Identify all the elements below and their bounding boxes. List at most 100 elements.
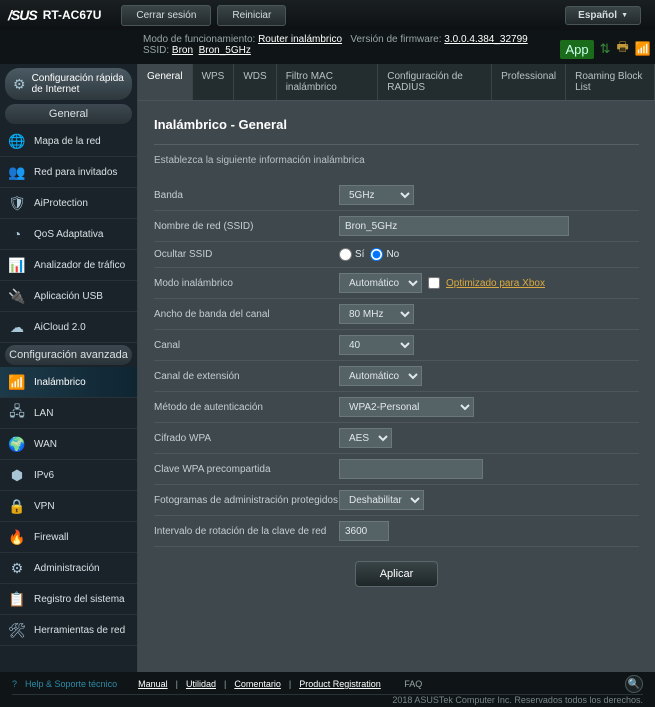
- copyright: 2018 ASUSTek Computer Inc. Reservados to…: [12, 695, 643, 705]
- tab-bar: General WPS WDS Filtro MAC inalámbrico C…: [138, 64, 655, 101]
- advanced-header: Configuración avanzada: [5, 345, 132, 365]
- sidebar-item-qos[interactable]: ◔QoS Adaptativa: [0, 219, 137, 250]
- usb-icon: 🔌: [8, 287, 26, 305]
- admin-icon: ⚙: [8, 559, 26, 577]
- mode-value[interactable]: Router inalámbrico: [258, 34, 342, 45]
- globe-gear-icon: ⚙: [13, 75, 26, 93]
- tab-radius[interactable]: Configuración de RADIUS: [378, 64, 492, 100]
- chart-icon: 📊: [8, 256, 26, 274]
- tab-general[interactable]: General: [138, 64, 193, 100]
- sidebar-item-lan[interactable]: 🖧LAN: [0, 398, 137, 429]
- fw-label: Versión de firmware:: [350, 34, 441, 45]
- ssid-b[interactable]: Bron_5GHz: [199, 45, 251, 56]
- encryption-select[interactable]: AES: [339, 428, 392, 448]
- band-select[interactable]: 5GHz: [339, 185, 414, 205]
- vpn-icon: 🔒: [8, 497, 26, 515]
- sidebar-item-traffic[interactable]: 📊Analizador de tráfico: [0, 250, 137, 281]
- ipv6-icon: ⬢: [8, 466, 26, 484]
- sidebar-item-wan[interactable]: 🌍WAN: [0, 429, 137, 460]
- sidebar-item-vpn[interactable]: 🔒VPN: [0, 491, 137, 522]
- tab-roaming[interactable]: Roaming Block List: [566, 64, 655, 100]
- label-bandwidth: Ancho de banda del canal: [154, 309, 339, 320]
- cloud-icon: ☁: [8, 318, 26, 336]
- label-pmf: Fotogramas de administración protegidos: [154, 495, 339, 506]
- help-icon: ?: [12, 679, 17, 689]
- tab-wds[interactable]: WDS: [234, 64, 276, 100]
- label-auth: Método de autenticación: [154, 402, 339, 413]
- hide-ssid-no[interactable]: [370, 248, 383, 261]
- footer-link-utility[interactable]: Utilidad: [186, 679, 216, 689]
- language-button[interactable]: Español: [565, 6, 641, 25]
- brand-logo: /SUS: [8, 7, 37, 23]
- info-bar: Modo de funcionamiento: Router inalámbri…: [0, 30, 655, 64]
- log-icon: 📋: [8, 590, 26, 608]
- footer-link-registration[interactable]: Product Registration: [299, 679, 381, 689]
- page-title: Inalámbrico - General: [154, 111, 639, 145]
- footer: ? Help & Soporte técnico Manual | Utilid…: [0, 672, 655, 707]
- reboot-button[interactable]: Reiniciar: [217, 5, 286, 26]
- label-channel: Canal: [154, 340, 339, 351]
- ssid-input[interactable]: [339, 216, 569, 236]
- sidebar-item-ipv6[interactable]: ⬢IPv6: [0, 460, 137, 491]
- wan-icon: 🌍: [8, 435, 26, 453]
- wireless-mode-select[interactable]: Automático: [339, 273, 422, 293]
- wpa-key-input[interactable]: [339, 459, 483, 479]
- quick-setup-button[interactable]: ⚙ Configuración rápida de Internet: [5, 68, 132, 100]
- printer-icon[interactable]: 🖶: [617, 38, 629, 60]
- ext-channel-select[interactable]: Automático: [339, 366, 422, 386]
- xbox-checkbox[interactable]: [428, 277, 440, 289]
- sidebar-item-aicloud[interactable]: ☁AiCloud 2.0: [0, 312, 137, 343]
- logout-button[interactable]: Cerrar sesión: [121, 5, 211, 26]
- sidebar-item-wireless[interactable]: 📶Inalámbrico: [0, 367, 137, 398]
- tab-wps[interactable]: WPS: [193, 64, 235, 100]
- xbox-link[interactable]: Optimizado para Xbox: [446, 278, 545, 289]
- top-bar: /SUS RT-AC67U Cerrar sesión Reiniciar Es…: [0, 0, 655, 30]
- sidebar-item-admin[interactable]: ⚙Administración: [0, 553, 137, 584]
- general-header: General: [5, 104, 132, 124]
- app-badge[interactable]: App: [560, 40, 593, 59]
- key-rotation-input[interactable]: [339, 521, 389, 541]
- apply-button[interactable]: Aplicar: [355, 561, 439, 587]
- help-label: Help & Soporte técnico: [25, 679, 117, 689]
- globe-icon: 🌐: [8, 132, 26, 150]
- label-ext-channel: Canal de extensión: [154, 371, 339, 382]
- label-hide-ssid: Ocultar SSID: [154, 249, 339, 260]
- sidebar-item-guest-network[interactable]: 👥Red para invitados: [0, 157, 137, 188]
- gauge-icon: ◔: [8, 225, 26, 243]
- model-name: RT-AC67U: [43, 8, 102, 22]
- search-icon: 🔍: [628, 679, 640, 690]
- tab-mac-filter[interactable]: Filtro MAC inalámbrico: [277, 64, 379, 100]
- label-wireless-mode: Modo inalámbrico: [154, 278, 339, 289]
- sidebar-item-firewall[interactable]: 🔥Firewall: [0, 522, 137, 553]
- ssid-a[interactable]: Bron: [172, 45, 193, 56]
- hide-ssid-yes[interactable]: [339, 248, 352, 261]
- usb-icon[interactable]: ⇅: [600, 41, 611, 57]
- search-button[interactable]: 🔍: [625, 675, 643, 693]
- faq-label[interactable]: FAQ: [404, 679, 422, 689]
- sidebar-item-aiprotection[interactable]: 🛡AiProtection: [0, 188, 137, 219]
- tools-icon: 🛠: [8, 621, 26, 639]
- wifi-icon: 📶: [8, 373, 26, 391]
- pmf-select[interactable]: Deshabilitar: [339, 490, 424, 510]
- label-ssid: Nombre de red (SSID): [154, 221, 339, 232]
- sidebar-item-nettools[interactable]: 🛠Herramientas de red: [0, 615, 137, 646]
- auth-select[interactable]: WPA2-Personal: [339, 397, 474, 417]
- footer-link-feedback[interactable]: Comentario: [234, 679, 281, 689]
- label-band: Banda: [154, 190, 339, 201]
- label-key-rotation: Intervalo de rotación de la clave de red: [154, 526, 339, 537]
- tab-professional[interactable]: Professional: [492, 64, 566, 100]
- label-encryption: Cifrado WPA: [154, 433, 339, 444]
- sidebar: ⚙ Configuración rápida de Internet Gener…: [0, 64, 138, 672]
- label-wpa-key: Clave WPA precompartida: [154, 464, 339, 475]
- sidebar-item-syslog[interactable]: 📋Registro del sistema: [0, 584, 137, 615]
- page-desc: Establezca la siguiente información inal…: [154, 145, 639, 180]
- wifi-status-icon[interactable]: 📶: [635, 41, 651, 57]
- shield-icon: 🛡: [8, 194, 26, 212]
- bandwidth-select[interactable]: 80 MHz: [339, 304, 414, 324]
- sidebar-item-network-map[interactable]: 🌐Mapa de la red: [0, 126, 137, 157]
- people-icon: 👥: [8, 163, 26, 181]
- footer-link-manual[interactable]: Manual: [138, 679, 168, 689]
- sidebar-item-usb-app[interactable]: 🔌Aplicación USB: [0, 281, 137, 312]
- channel-select[interactable]: 40: [339, 335, 414, 355]
- fw-value[interactable]: 3.0.0.4.384_32799: [444, 34, 527, 45]
